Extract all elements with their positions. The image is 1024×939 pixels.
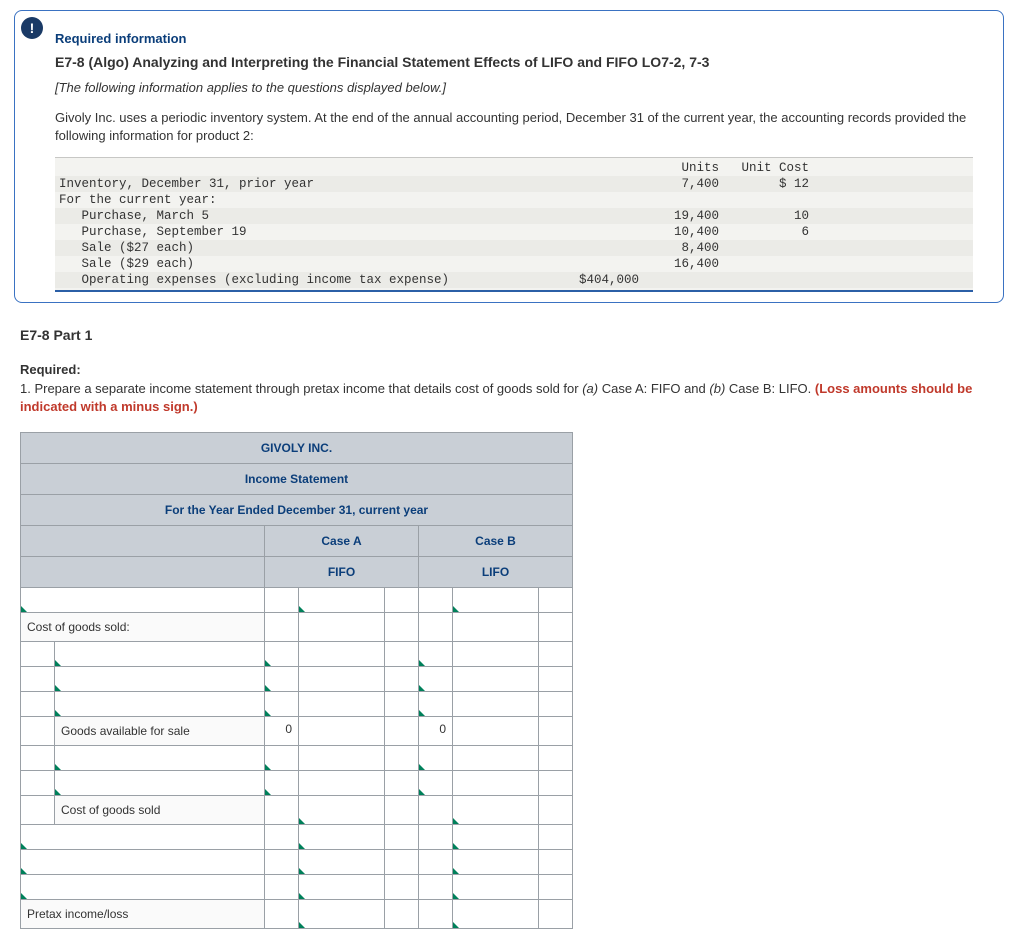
- desc-input[interactable]: [21, 824, 265, 849]
- part-header: E7-8 Part 1: [20, 327, 1004, 343]
- table-row: Goods available for sale 0 0: [21, 716, 573, 745]
- required-info-box: ! Required information E7-8 (Algo) Analy…: [14, 10, 1004, 303]
- amount-input[interactable]: [299, 795, 385, 824]
- ws-stmt: Income Statement: [21, 463, 573, 494]
- exercise-title: E7-8 (Algo) Analyzing and Interpreting t…: [55, 54, 973, 70]
- ws-case-a: Case A: [265, 525, 419, 556]
- amount-input[interactable]: [419, 770, 453, 795]
- info-body: Givoly Inc. uses a periodic inventory sy…: [55, 109, 973, 145]
- pretax-label: Pretax income/loss: [21, 899, 265, 928]
- ledger-row: Purchase, March 5 19,400 10: [55, 208, 973, 224]
- ledger-row: Purchase, September 19 10,400 6: [55, 224, 973, 240]
- cogs-label: Cost of goods sold:: [21, 612, 265, 641]
- table-row: [21, 770, 573, 795]
- cogs-total-label: Cost of goods sold: [55, 795, 265, 824]
- ledger-table: Units Unit Cost Inventory, December 31, …: [55, 157, 973, 292]
- ledger-row: Sale ($27 each) 8,400: [55, 240, 973, 256]
- table-row: Cost of goods sold: [21, 795, 573, 824]
- amount-cell: 0: [265, 716, 299, 745]
- amount-input[interactable]: [299, 899, 385, 928]
- ledger-row: Operating expenses (excluding income tax…: [55, 272, 973, 288]
- desc-input[interactable]: [21, 849, 265, 874]
- ledger-row: Sale ($29 each) 16,400: [55, 256, 973, 272]
- table-row: [21, 691, 573, 716]
- desc-input[interactable]: [55, 641, 265, 666]
- ws-fifo: FIFO: [265, 556, 419, 587]
- gafs-label: Goods available for sale: [55, 716, 265, 745]
- amount-input[interactable]: [299, 587, 385, 612]
- required-block: Required: 1. Prepare a separate income s…: [20, 361, 1004, 416]
- table-row: [21, 666, 573, 691]
- desc-input[interactable]: [21, 587, 265, 612]
- amount-input[interactable]: [265, 691, 299, 716]
- desc-input[interactable]: [21, 874, 265, 899]
- ws-company: GIVOLY INC.: [21, 432, 573, 463]
- ws-case-b: Case B: [419, 525, 573, 556]
- desc-input[interactable]: [55, 666, 265, 691]
- amount-input[interactable]: [419, 641, 453, 666]
- amount-input[interactable]: [265, 641, 299, 666]
- alert-icon: !: [21, 17, 43, 39]
- desc-input[interactable]: [55, 770, 265, 795]
- amount-input[interactable]: [453, 874, 539, 899]
- amount-input[interactable]: [419, 691, 453, 716]
- table-row: [21, 824, 573, 849]
- amount-input[interactable]: [265, 666, 299, 691]
- ledger-hdr-units: Units: [639, 161, 719, 175]
- amount-input[interactable]: [299, 874, 385, 899]
- required-label: Required:: [20, 362, 81, 377]
- table-row: Pretax income/loss: [21, 899, 573, 928]
- desc-input[interactable]: [55, 691, 265, 716]
- ledger-row: For the current year:: [55, 192, 973, 208]
- amount-input[interactable]: [453, 849, 539, 874]
- amount-input[interactable]: [453, 587, 539, 612]
- table-row: [21, 874, 573, 899]
- amount-input[interactable]: [419, 666, 453, 691]
- amount-input[interactable]: [265, 745, 299, 770]
- ws-lifo: LIFO: [419, 556, 573, 587]
- ledger-hdr-cost: Unit Cost: [719, 161, 809, 175]
- amount-cell: 0: [419, 716, 453, 745]
- amount-input[interactable]: [265, 770, 299, 795]
- amount-input[interactable]: [453, 824, 539, 849]
- table-row: [21, 641, 573, 666]
- worksheet-table: GIVOLY INC. Income Statement For the Yea…: [20, 432, 573, 929]
- amount-input[interactable]: [453, 795, 539, 824]
- table-row: [21, 587, 573, 612]
- desc-input[interactable]: [55, 745, 265, 770]
- table-row: [21, 745, 573, 770]
- amount-input[interactable]: [299, 849, 385, 874]
- table-row: Cost of goods sold:: [21, 612, 573, 641]
- ledger-row: Inventory, December 31, prior year 7,400…: [55, 176, 973, 192]
- amount-input[interactable]: [419, 745, 453, 770]
- amount-input[interactable]: [299, 824, 385, 849]
- info-italic: [The following information applies to th…: [55, 80, 973, 95]
- required-info-header: Required information: [55, 31, 973, 46]
- amount-input[interactable]: [453, 899, 539, 928]
- table-row: [21, 849, 573, 874]
- ws-period: For the Year Ended December 31, current …: [21, 494, 573, 525]
